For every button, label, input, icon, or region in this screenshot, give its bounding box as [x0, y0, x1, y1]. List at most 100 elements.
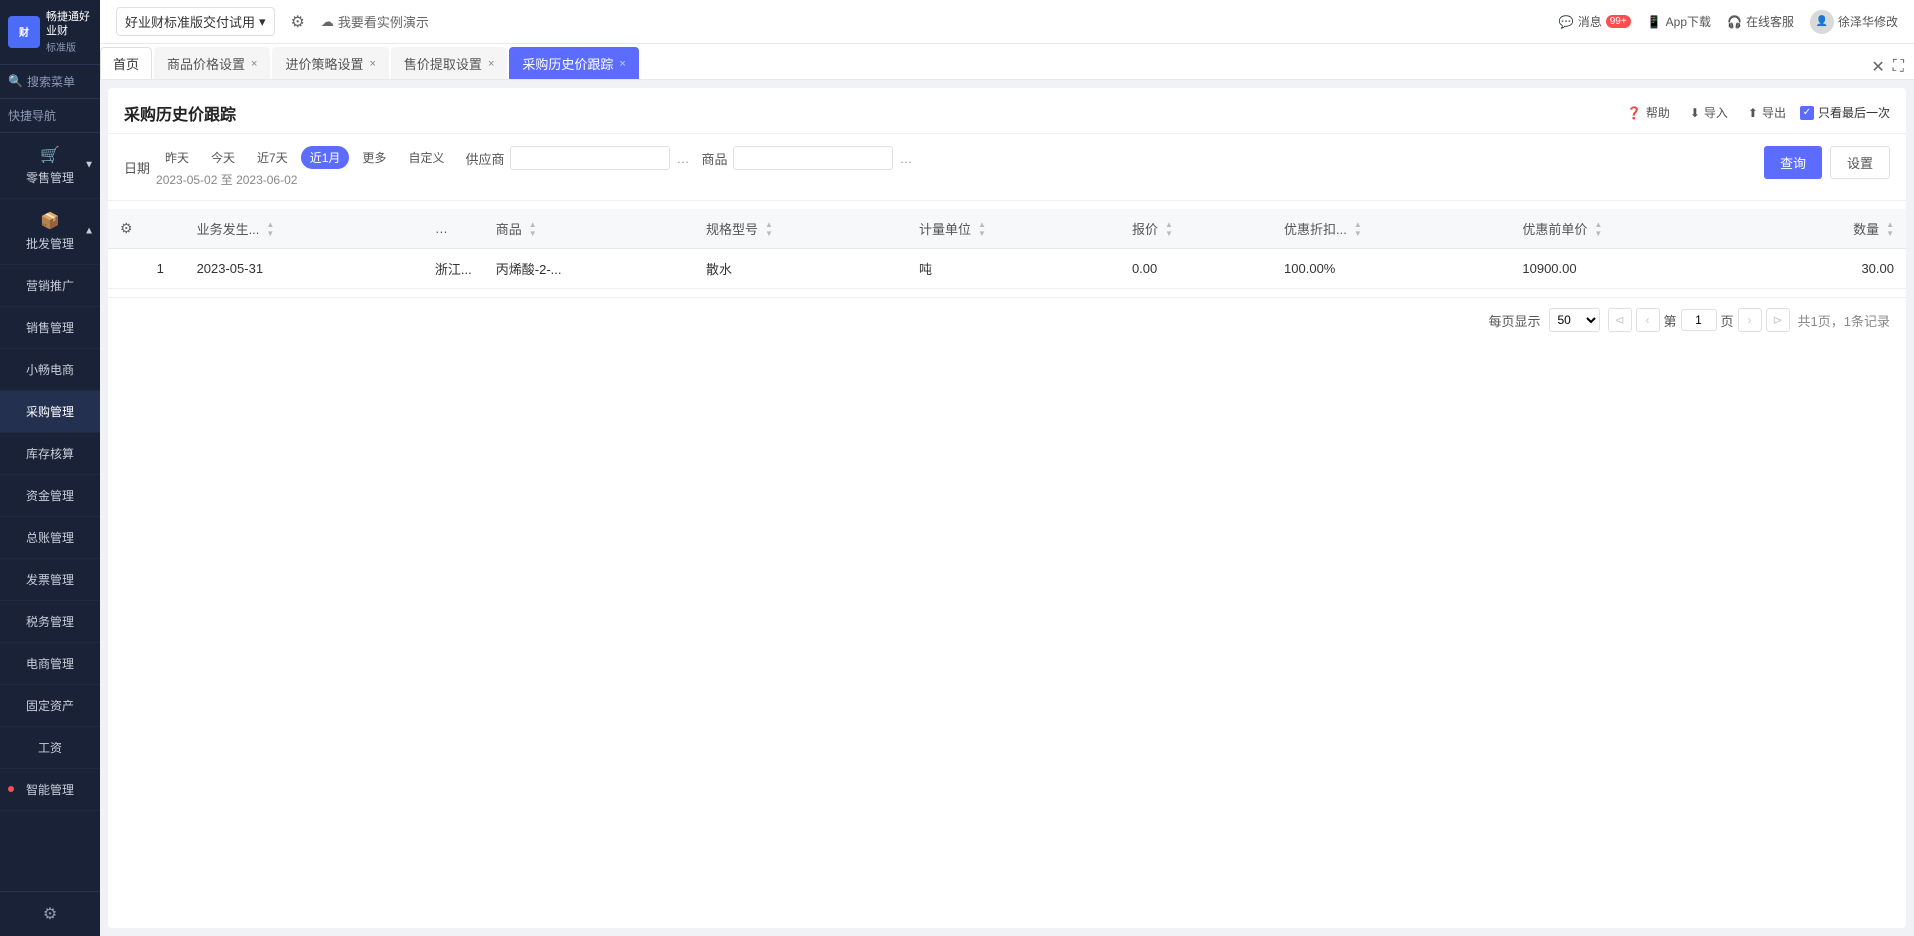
sidebar-item-marketing[interactable]: 营销推广: [0, 265, 100, 307]
table-header-row: ⚙ 业务发生... ▲▼ …: [108, 209, 1906, 249]
tab-price[interactable]: 商品价格设置 ×: [154, 47, 270, 79]
app-download-button[interactable]: 📱 App下载: [1647, 13, 1711, 30]
sidebar-item-purchase[interactable]: 采购管理: [0, 391, 100, 433]
tab-home[interactable]: 首页: [100, 47, 152, 79]
gear-icon[interactable]: ⚙: [120, 220, 133, 236]
date-btn-today[interactable]: 今天: [202, 146, 244, 169]
close-icon[interactable]: ×: [251, 58, 257, 70]
sidebar-item-tax[interactable]: 税务管理: [0, 601, 100, 643]
tab-purchase-history[interactable]: 采购历史价跟踪 ×: [509, 47, 638, 79]
tab-sale-price[interactable]: 售价提取设置 ×: [391, 47, 507, 79]
sidebar-item-inventory[interactable]: 库存核算: [0, 433, 100, 475]
product-input[interactable]: [733, 146, 893, 170]
th-discount[interactable]: 优惠折扣... ▲▼: [1272, 209, 1510, 249]
th-quantity[interactable]: 数量 ▲▼: [1754, 209, 1906, 249]
per-page-label: 每页显示: [1488, 311, 1540, 330]
export-button[interactable]: ⬆ 导出: [1742, 100, 1792, 125]
sidebar-item-ecommerce[interactable]: 电商管理: [0, 643, 100, 685]
help-button[interactable]: ❓ 帮助: [1621, 100, 1676, 125]
sidebar: 财 畅捷通好业财 标准版 🔍 搜索菜单 快捷导航 🛒 零售管理 ▼ 📦 批发管理…: [0, 0, 100, 936]
date-btn-yesterday[interactable]: 昨天: [156, 146, 198, 169]
demo-link[interactable]: ☁ 我要看实例演示: [321, 12, 429, 31]
data-table: ⚙ 业务发生... ▲▼ …: [108, 209, 1906, 289]
sidebar-item-general-ledger[interactable]: 总账管理: [0, 517, 100, 559]
page-input[interactable]: [1681, 309, 1717, 331]
close-icon[interactable]: ×: [488, 58, 494, 70]
sidebar-item-ecommerce-small[interactable]: 小畅电商: [0, 349, 100, 391]
settings-icon: ⚙: [43, 906, 57, 923]
date-btn-last1m[interactable]: 近1月: [301, 146, 350, 169]
headset-icon: 🎧: [1727, 15, 1742, 29]
sidebar-settings[interactable]: ⚙: [0, 891, 100, 936]
sort-icon: ▲▼: [1354, 220, 1362, 238]
sidebar-item-label: 零售管理: [26, 169, 74, 186]
date-btn-more[interactable]: 更多: [353, 146, 395, 169]
supplier-input[interactable]: [510, 146, 670, 170]
import-icon: ⬇: [1690, 106, 1700, 120]
version-selector[interactable]: 好业财标准版交付试用 ▾: [116, 7, 275, 36]
sidebar-item-invoice[interactable]: 发票管理: [0, 559, 100, 601]
only-last-checkbox[interactable]: 只看最后一次: [1800, 104, 1890, 121]
page-actions: ❓ 帮助 ⬇ 导入 ⬆ 导出 只看最后一次: [1621, 100, 1890, 125]
sort-icon: ▲▼: [765, 220, 773, 238]
page-next-button[interactable]: ›: [1738, 308, 1762, 332]
user-menu[interactable]: 👤 徐泽华修改: [1810, 10, 1898, 34]
sidebar-search[interactable]: 🔍 搜索菜单: [0, 65, 100, 99]
chevron-up-icon: ▲: [84, 226, 94, 237]
th-quoted-price[interactable]: 报价 ▲▼: [1120, 209, 1272, 249]
sidebar-item-smart[interactable]: 智能管理: [0, 769, 100, 811]
query-button[interactable]: 查询: [1764, 146, 1822, 179]
tab-label: 进价策略设置: [285, 54, 363, 73]
page-title: 采购历史价跟踪: [124, 101, 236, 125]
date-btn-last7[interactable]: 近7天: [248, 146, 297, 169]
th-product[interactable]: 商品 ▲▼: [484, 209, 694, 249]
import-button[interactable]: ⬇ 导入: [1684, 100, 1734, 125]
th-pre-discount-price[interactable]: 优惠前单价 ▲▼: [1510, 209, 1753, 249]
th-unit[interactable]: 计量单位 ▲▼: [907, 209, 1120, 249]
messages-button[interactable]: 💬 消息 99+: [1559, 13, 1631, 30]
tabbar-controls: ✕ ⛶: [1861, 55, 1914, 79]
topbar-settings-icon[interactable]: ⚙: [291, 12, 305, 32]
version-label: 好业财标准版交付试用: [125, 12, 255, 31]
maximize-icon[interactable]: ⛶: [1891, 56, 1906, 78]
table-row[interactable]: 1 2023-05-31 浙江... 丙烯酸-2-... 散水 吨 0.00 1…: [108, 249, 1906, 289]
td-spec: 散水: [694, 249, 907, 289]
messages-badge: 99+: [1606, 15, 1631, 28]
online-service-label: 在线客服: [1746, 13, 1794, 30]
sidebar-item-retail[interactable]: 🛒 零售管理 ▼: [0, 133, 100, 199]
export-label: 导出: [1762, 104, 1786, 121]
page-last-button[interactable]: ⊳: [1766, 308, 1790, 332]
sidebar-item-payroll[interactable]: 工资: [0, 727, 100, 769]
td-discount: 100.00%: [1272, 249, 1510, 289]
close-icon[interactable]: ×: [369, 58, 375, 70]
sidebar-quick-nav[interactable]: 快捷导航: [0, 99, 100, 133]
th-more-cols[interactable]: …: [423, 209, 484, 249]
sort-icon: ▲▼: [1594, 220, 1602, 238]
page-first-button[interactable]: ⊲: [1608, 308, 1632, 332]
sidebar-item-wholesale[interactable]: 📦 批发管理 ▲: [0, 199, 100, 265]
per-page-select[interactable]: 50 10 20 100: [1549, 308, 1600, 332]
sidebar-logo: 财 畅捷通好业财 标准版: [0, 0, 100, 65]
tab-purchase-strategy[interactable]: 进价策略设置 ×: [272, 47, 388, 79]
page-prev-button[interactable]: ‹: [1636, 308, 1660, 332]
online-service-button[interactable]: 🎧 在线客服: [1727, 13, 1794, 30]
product-more-icon[interactable]: …: [899, 151, 912, 166]
page-unit: 页: [1721, 311, 1734, 330]
sort-icon: ▲▼: [266, 220, 274, 238]
th-spec[interactable]: 规格型号 ▲▼: [694, 209, 907, 249]
minimize-icon[interactable]: ✕: [1869, 55, 1886, 79]
user-name: 徐泽华修改: [1838, 13, 1898, 30]
sidebar-item-label: 采购管理: [26, 403, 74, 420]
th-biz-date[interactable]: 业务发生... ▲▼: [185, 209, 423, 249]
app-logo-icon: 财: [8, 16, 40, 48]
supplier-more-icon[interactable]: …: [676, 151, 689, 166]
filter-settings-button[interactable]: 设置: [1830, 146, 1890, 179]
close-icon[interactable]: ×: [619, 58, 625, 70]
page-total: 共1页，1条记录: [1798, 311, 1890, 330]
app-sub: 标准版: [46, 39, 92, 54]
sidebar-item-finance[interactable]: 资金管理: [0, 475, 100, 517]
sidebar-item-assets[interactable]: 固定资产: [0, 685, 100, 727]
checkbox-icon: [1800, 106, 1814, 120]
date-btn-custom[interactable]: 自定义: [399, 146, 453, 169]
sidebar-item-sales[interactable]: 销售管理: [0, 307, 100, 349]
